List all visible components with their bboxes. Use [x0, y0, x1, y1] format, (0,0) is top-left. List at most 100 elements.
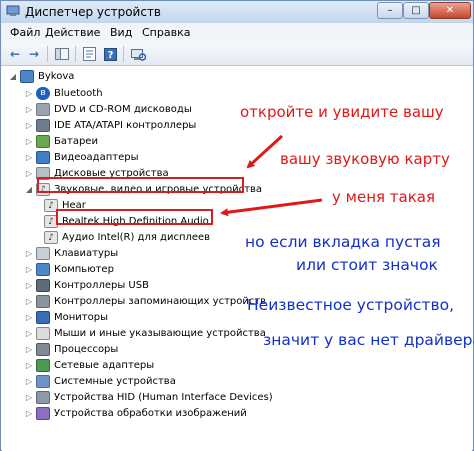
ide-controller-icon	[36, 119, 50, 132]
host-label: Bykova	[38, 71, 75, 82]
expand-icon[interactable]: ▷	[24, 169, 34, 178]
device-manager-window: Диспетчер устройств – □ ✕ Файл Действие …	[0, 0, 474, 451]
tree-item-label: Мониторы	[54, 312, 108, 323]
tree-item-label: Контроллеры запоминающих устройств	[54, 296, 267, 307]
back-arrow-icon[interactable]: ←	[7, 46, 23, 62]
help-icon[interactable]: ?	[102, 46, 118, 62]
menu-view[interactable]: Вид	[110, 26, 132, 39]
device-manager-app-icon	[6, 5, 20, 16]
monitor-icon	[36, 311, 50, 324]
expand-icon[interactable]: ▷	[24, 249, 34, 258]
tree-item-mice[interactable]: ▷ Мыши и иные указывающие устройства	[24, 325, 266, 342]
mouse-icon	[36, 327, 50, 340]
storage-controller-icon	[36, 295, 50, 308]
realtek-highlight	[56, 209, 213, 225]
toolbar-separator	[75, 46, 76, 62]
tree-item-label: Клавиатуры	[54, 248, 119, 259]
annotation-line-3: у меня такая	[332, 188, 435, 206]
tree-item-label: Системные устройства	[54, 376, 176, 387]
forward-arrow-icon[interactable]: →	[26, 46, 42, 62]
expand-icon[interactable]: ▷	[24, 105, 34, 114]
tree-item-label: Видеоадаптеры	[54, 152, 139, 163]
expand-icon[interactable]: ▷	[24, 409, 34, 418]
system-device-icon	[36, 375, 50, 388]
usb-icon	[36, 279, 50, 292]
tree-item-label: Контроллеры USB	[54, 280, 149, 291]
menu-bar: Файл Действие Вид Справка	[1, 23, 473, 43]
bluetooth-icon: ʙ	[36, 87, 50, 100]
dvd-drive-icon	[36, 103, 50, 116]
expand-icon[interactable]: ▷	[24, 361, 34, 370]
speaker-icon: ♪	[44, 231, 58, 244]
annotation-line-6: Неизвестное устройство,	[247, 296, 455, 314]
tree-root-host[interactable]: ◢ Bykova	[8, 68, 74, 85]
computer-icon	[36, 263, 50, 276]
tree-item-dvd[interactable]: ▷ DVD и CD-ROM дисководы	[24, 101, 192, 118]
expand-icon[interactable]: ▷	[24, 329, 34, 338]
tree-item-label: Процессоры	[54, 344, 119, 355]
tree-item-label: Сетевые адаптеры	[54, 360, 155, 371]
expand-icon[interactable]: ▷	[24, 137, 34, 146]
annotation-line-1: откройте и увидите вашу	[240, 103, 444, 121]
maximize-button[interactable]: □	[403, 2, 429, 19]
tree-item-video-adapters[interactable]: ▷ Видеоадаптеры	[24, 149, 138, 166]
toolbar: ← → ?	[1, 43, 473, 66]
tree-item-hid-devices[interactable]: ▷ Устройства HID (Human Interface Device…	[24, 389, 273, 406]
window-title: Диспетчер устройств	[25, 5, 162, 19]
expand-icon[interactable]: ▷	[24, 121, 34, 130]
expand-icon[interactable]: ▷	[24, 393, 34, 402]
tree-item-label: Мыши и иные указывающие устройства	[54, 328, 266, 339]
tree-item-ide[interactable]: ▷ IDE ATA/ATAPI контроллеры	[24, 117, 196, 134]
tree-item-system-devices[interactable]: ▷ Системные устройства	[24, 373, 176, 390]
processor-icon	[36, 343, 50, 356]
expand-icon[interactable]: ▷	[24, 153, 34, 162]
imaging-device-icon	[36, 407, 50, 420]
tree-item-label: Устройства обработки изображений	[54, 408, 247, 419]
collapse-icon[interactable]: ◢	[8, 72, 18, 81]
menu-file[interactable]: Файл	[10, 26, 40, 39]
collapse-icon[interactable]: ◢	[24, 185, 34, 194]
toolbar-separator	[47, 46, 48, 62]
tree-item-storage-controllers[interactable]: ▷ Контроллеры запоминающих устройств	[24, 293, 266, 310]
tree-item-monitors[interactable]: ▷ Мониторы	[24, 309, 108, 326]
console-tree-icon[interactable]	[53, 46, 71, 62]
tree-item-imaging-devices[interactable]: ▷ Устройства обработки изображений	[24, 405, 247, 422]
tree-item-label: Компьютер	[54, 264, 114, 275]
expand-icon[interactable]: ▷	[24, 281, 34, 290]
menu-action[interactable]: Действие	[45, 26, 100, 39]
computer-icon	[20, 70, 34, 83]
expand-icon[interactable]: ▷	[24, 89, 34, 98]
tree-item-processors[interactable]: ▷ Процессоры	[24, 341, 118, 358]
annotation-line-4: но если вкладка пустая	[245, 233, 441, 251]
scan-hardware-icon[interactable]	[129, 46, 147, 62]
annotation-line-5: или стоит значок	[296, 256, 438, 274]
close-button[interactable]: ✕	[429, 2, 471, 19]
tree-item-batteries[interactable]: ▷ Батареи	[24, 133, 98, 150]
properties-icon[interactable]	[81, 46, 97, 62]
tree-item-keyboards[interactable]: ▷ Клавиатуры	[24, 245, 118, 262]
menu-help[interactable]: Справка	[142, 26, 190, 39]
toolbar-separator	[123, 46, 124, 62]
tree-item-label: IDE ATA/ATAPI контроллеры	[54, 120, 197, 131]
tree-item-label: Аудио Intel(R) для дисплеев	[62, 232, 211, 243]
tree-item-intel-display-audio[interactable]: ♪ Аудио Intel(R) для дисплеев	[42, 229, 210, 246]
svg-text:?: ?	[107, 50, 113, 61]
tree-item-label: DVD и CD-ROM дисководы	[54, 104, 192, 115]
expand-icon[interactable]: ▷	[24, 265, 34, 274]
title-bar: Диспетчер устройств – □ ✕	[1, 1, 473, 24]
tree-item-network-adapters[interactable]: ▷ Сетевые адаптеры	[24, 357, 154, 374]
tree-item-label: Bluetooth	[54, 88, 103, 99]
expand-icon[interactable]: ▷	[24, 377, 34, 386]
annotation-line-2: вашу звуковую карту	[280, 150, 450, 168]
hid-device-icon	[36, 391, 50, 404]
tree-item-bluetooth[interactable]: ▷ ʙ Bluetooth	[24, 85, 103, 102]
expand-icon[interactable]: ▷	[24, 345, 34, 354]
expand-icon[interactable]: ▷	[24, 297, 34, 306]
sound-category-highlight	[37, 177, 244, 193]
battery-icon	[36, 135, 50, 148]
minimize-button[interactable]: –	[377, 2, 403, 19]
tree-item-computer[interactable]: ▷ Компьютер	[24, 261, 114, 278]
expand-icon[interactable]: ▷	[24, 313, 34, 322]
tree-item-usb-controllers[interactable]: ▷ Контроллеры USB	[24, 277, 149, 294]
tree-item-label: Устройства HID (Human Interface Devices)	[54, 392, 273, 403]
